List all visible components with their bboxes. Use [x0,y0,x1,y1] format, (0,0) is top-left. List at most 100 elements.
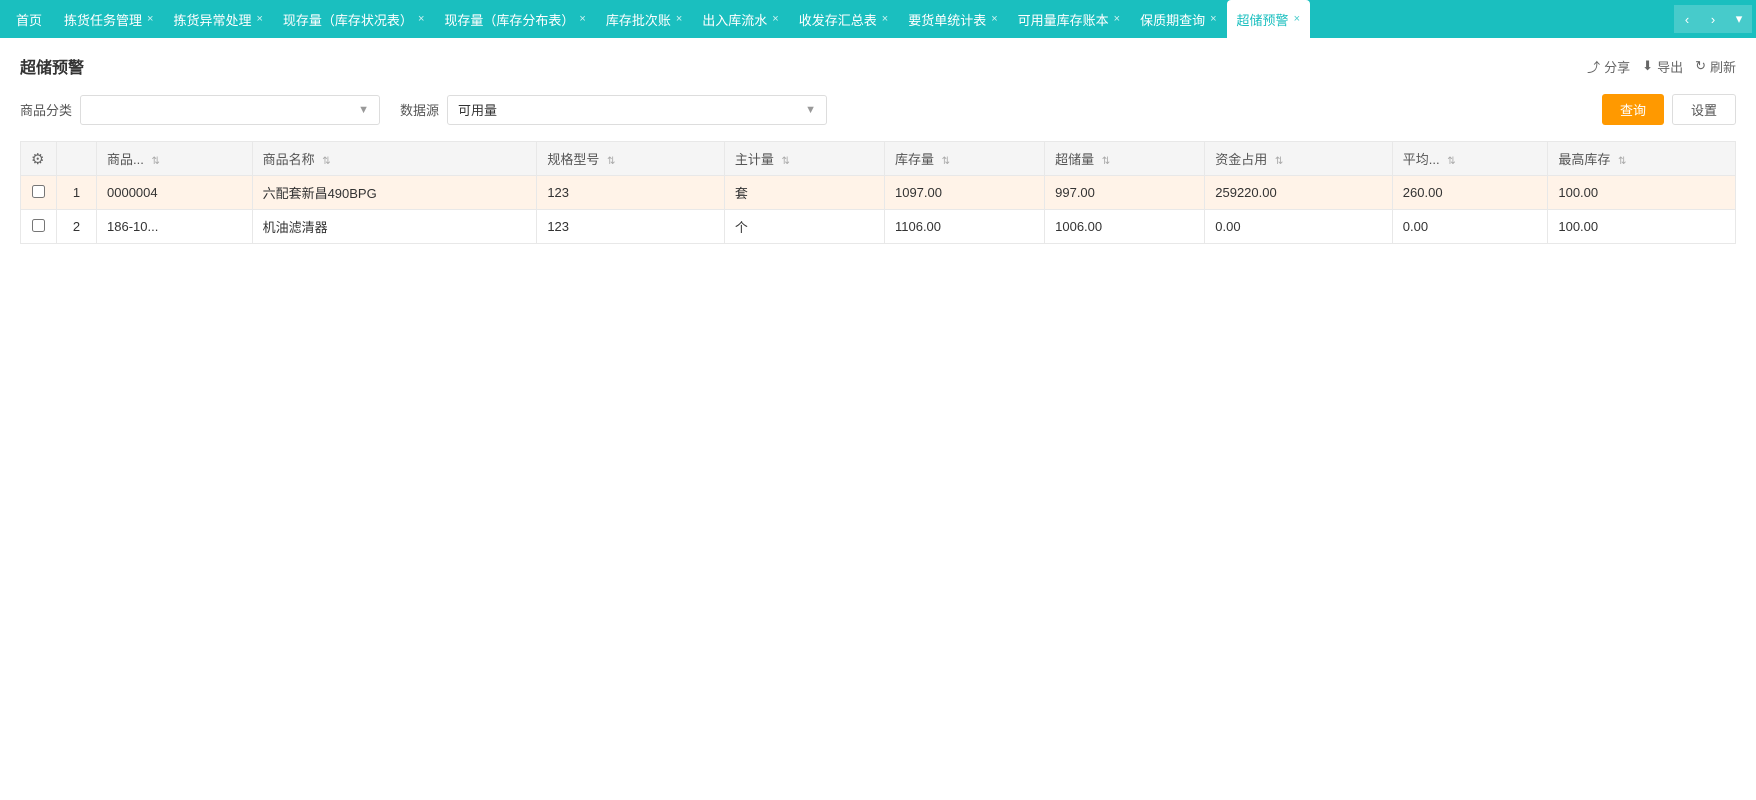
row-avg: 0.00 [1392,210,1548,244]
table-row: 2 186-10... 机油滤清器 123 个 1106.00 1006.00 … [21,210,1736,244]
th-avg[interactable]: 平均... ⇅ [1392,142,1548,176]
table-row: 1 0000004 六配套新昌490BPG 123 套 1097.00 997.… [21,176,1736,210]
source-select[interactable]: 可用量 ▼ [447,95,827,125]
source-chevron-icon: ▼ [805,104,816,116]
row-capital: 0.00 [1205,210,1393,244]
nav-tab-label: 现存量（库存状况表） [283,10,413,29]
nav-tab-8[interactable]: 可用量库存账本 × [1008,0,1130,38]
close-icon[interactable]: × [579,13,585,25]
row-stock: 1097.00 [884,176,1044,210]
close-icon[interactable]: × [772,13,778,25]
source-filter: 数据源 可用量 ▼ [400,95,827,125]
gear-icon[interactable]: ⚙ [31,151,44,168]
nav-tab-label: 收发存汇总表 [799,10,877,29]
row-spec: 123 [537,176,725,210]
nav-tab-0[interactable]: 拣货任务管理 × [54,0,163,38]
sort-icon-overstock: ⇅ [1102,156,1110,167]
source-label: 数据源 [400,100,439,119]
th-spec[interactable]: 规格型号 ⇅ [537,142,725,176]
nav-tab-label: 超储预警 [1237,10,1289,29]
nav-tab-4[interactable]: 库存批次账 × [596,0,692,38]
th-overstock[interactable]: 超储量 ⇅ [1045,142,1205,176]
row-max-stock: 100.00 [1548,210,1736,244]
nav-tab-5[interactable]: 出入库流水× [692,0,788,38]
filter-actions: 查询 设置 [1602,94,1736,125]
close-icon[interactable]: × [676,13,682,25]
refresh-label: 刷新 [1710,57,1736,76]
page-title-row: 超储预警 ⤴ 分享 ⬇ 导出 ↻ 刷新 [20,54,1736,78]
row-overstock: 997.00 [1045,176,1205,210]
export-button[interactable]: ⬇ 导出 [1642,57,1683,76]
close-icon[interactable]: × [1210,13,1216,25]
close-icon[interactable]: × [882,13,888,25]
row-checkbox[interactable] [32,219,45,232]
nav-tab-label: 拣货任务管理 [64,10,142,29]
share-button[interactable]: ⤴ 分享 [1587,57,1630,76]
close-icon[interactable]: × [147,13,153,25]
row-max-stock: 100.00 [1548,176,1736,210]
filter-row: 商品分类 ▼ 数据源 可用量 ▼ 查询 设置 [20,94,1736,125]
row-spec: 123 [537,210,725,244]
export-label: 导出 [1657,57,1683,76]
refresh-icon: ↻ [1695,58,1706,74]
th-product-code[interactable]: 商品... ⇅ [97,142,253,176]
page-title: 超储预警 [20,54,84,78]
row-checkbox[interactable] [32,185,45,198]
nav-tabs: 拣货任务管理×拣货异常处理×现存量（库存状况表）×现存量（库存分布表）×库存批次… [54,0,1674,38]
nav-tab-9[interactable]: 保质期查询 × [1130,0,1226,38]
th-max-stock[interactable]: 最高库存 ⇅ [1548,142,1736,176]
nav-prev-btn[interactable]: ‹ [1674,5,1700,33]
table-header: ⚙ 商品... ⇅ 商品名称 ⇅ 规格型号 ⇅ 主计量 ⇅ 库存量 ⇅ 超储量 … [21,142,1736,176]
close-icon[interactable]: × [991,13,997,25]
close-icon[interactable]: × [1114,13,1120,25]
row-num: 2 [57,210,97,244]
export-icon: ⬇ [1642,58,1653,74]
sort-icon-max: ⇅ [1618,156,1626,167]
th-unit[interactable]: 主计量 ⇅ [724,142,884,176]
sort-icon-name: ⇅ [322,156,330,167]
close-icon[interactable]: × [256,13,262,25]
nav-tab-label: 可用量库存账本 [1018,10,1109,29]
th-stock[interactable]: 库存量 ⇅ [884,142,1044,176]
sort-icon-spec: ⇅ [607,156,615,167]
nav-tab-6[interactable]: 收发存汇总表 × [789,0,898,38]
th-settings: ⚙ [21,142,57,176]
category-select[interactable]: ▼ [80,95,380,125]
nav-more-btn[interactable]: ▾ [1726,5,1752,33]
nav-tab-3[interactable]: 现存量（库存分布表） × [434,0,595,38]
row-capital: 259220.00 [1205,176,1393,210]
row-avg: 260.00 [1392,176,1548,210]
row-stock: 1106.00 [884,210,1044,244]
share-icon: ⤴ [1587,57,1600,76]
nav-next-btn[interactable]: › [1700,5,1726,33]
data-table: ⚙ 商品... ⇅ 商品名称 ⇅ 规格型号 ⇅ 主计量 ⇅ 库存量 ⇅ 超储量 … [20,141,1736,244]
row-overstock: 1006.00 [1045,210,1205,244]
close-icon[interactable]: × [418,13,424,25]
sort-icon-code: ⇅ [151,156,159,167]
share-label: 分享 [1604,57,1630,76]
nav-tab-2[interactable]: 现存量（库存状况表） × [273,0,434,38]
nav-tab-label: 现存量（库存分布表） [444,10,574,29]
page-content: 超储预警 ⤴ 分享 ⬇ 导出 ↻ 刷新 商品分类 ▼ 数据源 [0,38,1756,260]
nav-tab-10[interactable]: 超储预警 × [1227,0,1310,38]
close-icon[interactable]: × [1294,13,1300,25]
settings-button[interactable]: 设置 [1672,94,1736,125]
nav-tab-label: 拣货异常处理 [173,10,251,29]
row-checkbox-cell [21,176,57,210]
th-num [57,142,97,176]
nav-tab-1[interactable]: 拣货异常处理 × [163,0,272,38]
table-body: 1 0000004 六配套新昌490BPG 123 套 1097.00 997.… [21,176,1736,244]
row-unit: 个 [724,210,884,244]
nav-tab-label: 保质期查询 [1140,10,1205,29]
refresh-button[interactable]: ↻ 刷新 [1695,57,1736,76]
th-product-name[interactable]: 商品名称 ⇅ [252,142,537,176]
nav-home[interactable]: 首页 [4,10,54,29]
top-nav: 首页 拣货任务管理×拣货异常处理×现存量（库存状况表）×现存量（库存分布表）×库… [0,0,1756,38]
row-product-code: 0000004 [97,176,253,210]
nav-tab-7[interactable]: 要货单统计表× [898,0,1007,38]
row-unit: 套 [724,176,884,210]
th-capital[interactable]: 资金占用 ⇅ [1205,142,1393,176]
sort-icon-capital: ⇅ [1275,156,1283,167]
query-button[interactable]: 查询 [1602,94,1664,125]
nav-tab-label: 库存批次账 [606,10,671,29]
